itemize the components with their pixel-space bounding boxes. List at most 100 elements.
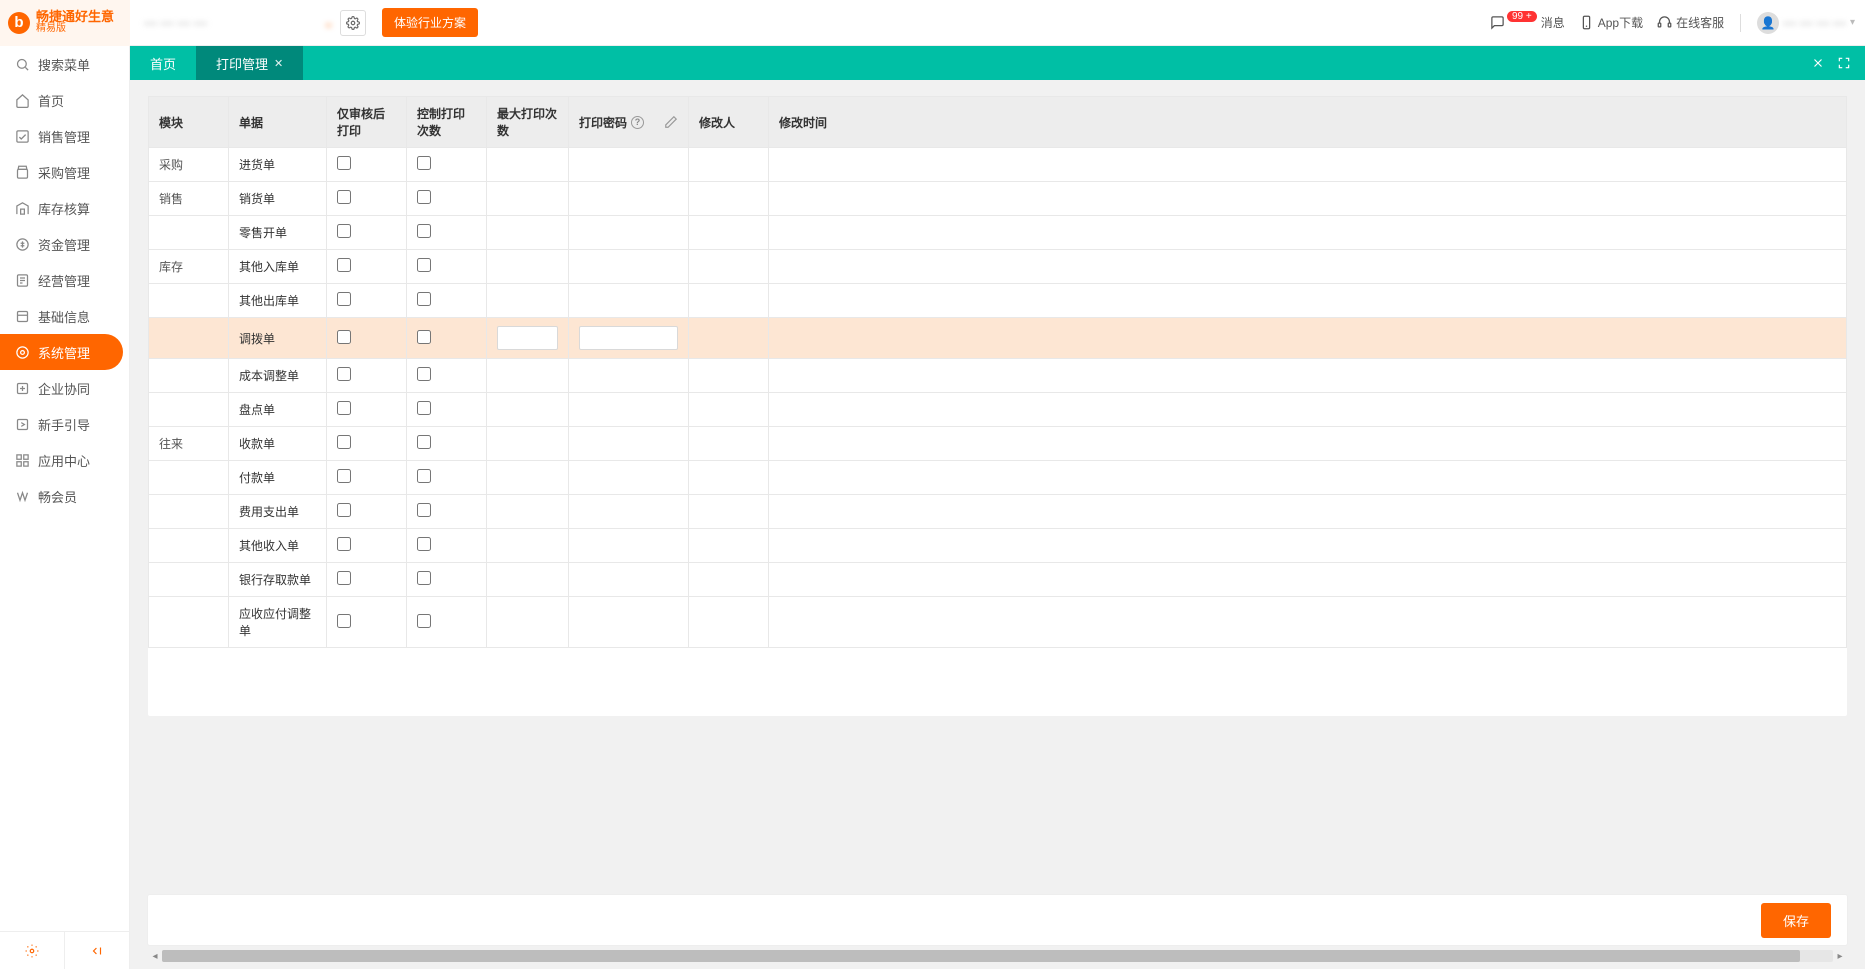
cell-doc: 收款单	[229, 427, 327, 461]
control-count-checkbox[interactable]	[417, 292, 431, 306]
sidebar-item-coop[interactable]: 企业协同	[0, 370, 129, 406]
org-selector[interactable]: — — — — ⌄	[144, 9, 334, 37]
promo-button[interactable]: 体验行业方案	[382, 8, 478, 37]
control-count-checkbox[interactable]	[417, 156, 431, 170]
sidebar-item-home[interactable]: 首页	[0, 82, 129, 118]
cell-editor	[689, 461, 769, 495]
cell-print-password	[569, 359, 689, 393]
sidebar-item-apps[interactable]: 应用中心	[0, 442, 129, 478]
scroll-left-icon[interactable]: ◂	[148, 951, 162, 962]
sidebar-item-basic[interactable]: 基础信息	[0, 298, 129, 334]
cell-edit-time	[769, 393, 1847, 427]
cell-doc: 零售开单	[229, 216, 327, 250]
control-count-checkbox[interactable]	[417, 571, 431, 585]
cell-only-after-audit	[327, 461, 407, 495]
control-count-checkbox[interactable]	[417, 330, 431, 344]
cell-max-count	[487, 495, 569, 529]
sidebar-item-stock[interactable]: 库存核算	[0, 190, 129, 226]
control-count-checkbox[interactable]	[417, 401, 431, 415]
sidebar-item-label: 销售管理	[38, 127, 90, 146]
only-after-audit-checkbox[interactable]	[337, 330, 351, 344]
help-icon[interactable]: ?	[631, 116, 644, 129]
chevron-down-icon: ⌄	[323, 15, 334, 31]
cell-module: 库存	[149, 250, 229, 284]
cell-module	[149, 495, 229, 529]
horizontal-scrollbar[interactable]: ◂ ▸	[148, 949, 1847, 963]
messages-badge: 99 +	[1507, 11, 1537, 22]
sidebar-item-vip[interactable]: 畅会员	[0, 478, 129, 514]
only-after-audit-checkbox[interactable]	[337, 469, 351, 483]
control-count-checkbox[interactable]	[417, 258, 431, 272]
sidebar-item-guide[interactable]: 新手引导	[0, 406, 129, 442]
only-after-audit-checkbox[interactable]	[337, 292, 351, 306]
cell-only-after-audit	[327, 597, 407, 648]
cell-module	[149, 318, 229, 359]
cell-edit-time	[769, 461, 1847, 495]
cell-doc: 其他收入单	[229, 529, 327, 563]
max-print-input[interactable]	[497, 326, 558, 350]
control-count-checkbox[interactable]	[417, 614, 431, 628]
edit-icon	[664, 115, 678, 129]
cell-doc: 调拨单	[229, 318, 327, 359]
sidebar-item-purchase[interactable]: 采购管理	[0, 154, 129, 190]
cell-print-password	[569, 250, 689, 284]
control-count-checkbox[interactable]	[417, 435, 431, 449]
sidebar-item-finance[interactable]: 资金管理	[0, 226, 129, 262]
separator	[1740, 14, 1741, 32]
tab-print[interactable]: 打印管理 ✕	[196, 46, 303, 80]
only-after-audit-checkbox[interactable]	[337, 224, 351, 238]
sidebar-settings-button[interactable]	[0, 931, 64, 969]
control-count-checkbox[interactable]	[417, 469, 431, 483]
user-menu[interactable]: 👤 — — — — ▾	[1757, 12, 1855, 34]
save-button[interactable]: 保存	[1761, 903, 1831, 938]
close-tabs-button[interactable]	[1811, 56, 1825, 70]
cell-only-after-audit	[327, 250, 407, 284]
sidebar-item-system[interactable]: 系统管理	[0, 334, 123, 370]
only-after-audit-checkbox[interactable]	[337, 190, 351, 204]
only-after-audit-checkbox[interactable]	[337, 537, 351, 551]
close-icon	[1811, 56, 1825, 70]
sidebar-collapse-button[interactable]	[64, 931, 129, 969]
edit-password-button[interactable]	[664, 115, 678, 129]
sidebar-item-sales[interactable]: 销售管理	[0, 118, 129, 154]
control-count-checkbox[interactable]	[417, 367, 431, 381]
sidebar-item-label: 采购管理	[38, 163, 90, 182]
cell-editor	[689, 597, 769, 648]
tab-label: 打印管理	[216, 54, 268, 73]
control-count-checkbox[interactable]	[417, 190, 431, 204]
only-after-audit-checkbox[interactable]	[337, 435, 351, 449]
sidebar-item-report[interactable]: 经营管理	[0, 262, 129, 298]
only-after-audit-checkbox[interactable]	[337, 258, 351, 272]
cell-doc: 成本调整单	[229, 359, 327, 393]
only-after-audit-checkbox[interactable]	[337, 614, 351, 628]
cell-editor	[689, 284, 769, 318]
phone-icon	[1579, 15, 1594, 30]
cell-max-count	[487, 461, 569, 495]
app-download-link[interactable]: App下载	[1579, 14, 1643, 31]
only-after-audit-checkbox[interactable]	[337, 503, 351, 517]
control-count-checkbox[interactable]	[417, 537, 431, 551]
cell-editor	[689, 427, 769, 461]
scroll-right-icon[interactable]: ▸	[1833, 951, 1847, 962]
cell-editor	[689, 495, 769, 529]
cell-only-after-audit	[327, 529, 407, 563]
sidebar-item-label: 经营管理	[38, 271, 90, 290]
table-row: 其他收入单	[149, 529, 1847, 563]
fullscreen-button[interactable]	[1837, 56, 1851, 70]
only-after-audit-checkbox[interactable]	[337, 571, 351, 585]
tab-home[interactable]: 首页	[130, 46, 196, 80]
control-count-checkbox[interactable]	[417, 224, 431, 238]
cell-edit-time	[769, 284, 1847, 318]
online-service-link[interactable]: 在线客服	[1657, 14, 1724, 31]
chevron-down-icon: ▾	[1850, 17, 1855, 28]
control-count-checkbox[interactable]	[417, 503, 431, 517]
only-after-audit-checkbox[interactable]	[337, 367, 351, 381]
cell-only-after-audit	[327, 216, 407, 250]
sidebar-item-search[interactable]: 搜索菜单	[0, 46, 129, 82]
messages-link[interactable]: 99 + 消息	[1490, 14, 1565, 31]
only-after-audit-checkbox[interactable]	[337, 401, 351, 415]
settings-button[interactable]	[340, 10, 366, 36]
close-icon[interactable]: ✕	[274, 57, 283, 70]
print-password-input[interactable]	[579, 326, 678, 350]
only-after-audit-checkbox[interactable]	[337, 156, 351, 170]
